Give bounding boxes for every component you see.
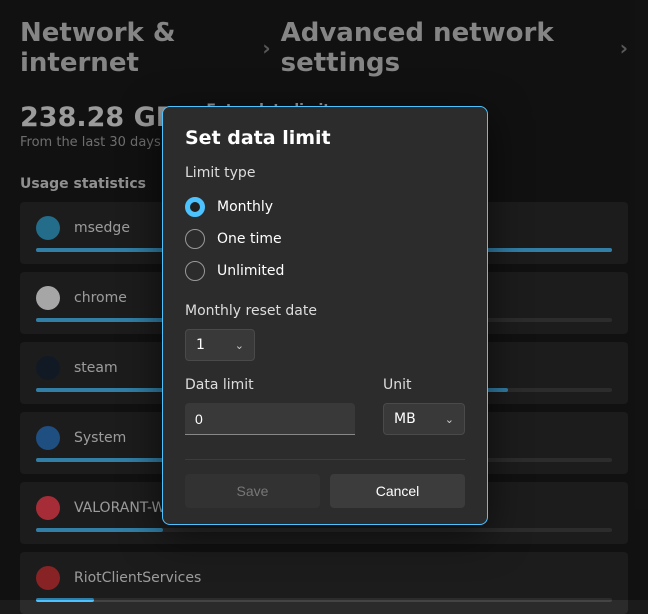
set-data-limit-dialog: Set data limit Limit type Monthly One ti… [162,106,488,525]
radio-label: Monthly [217,199,273,215]
reset-date-value: 1 [196,337,205,353]
data-limit-label: Data limit [185,377,365,393]
radio-label: One time [217,231,282,247]
data-limit-input[interactable] [185,403,355,435]
reset-date-label: Monthly reset date [185,303,465,319]
reset-date-dropdown[interactable]: 1 ⌄ [185,329,255,361]
radio-label: Unlimited [217,263,284,279]
radio-monthly[interactable]: Monthly [185,191,465,223]
chevron-down-icon: ⌄ [235,339,244,352]
unit-dropdown[interactable]: MB ⌄ [383,403,465,435]
unit-label: Unit [383,377,465,393]
radio-icon [185,261,205,281]
radio-icon [185,229,205,249]
unit-value: MB [394,411,416,427]
radio-unlimited[interactable]: Unlimited [185,255,465,287]
radio-icon [185,197,205,217]
radio-onetime[interactable]: One time [185,223,465,255]
cancel-button[interactable]: Cancel [330,474,465,508]
save-button[interactable]: Save [185,474,320,508]
limit-type-label: Limit type [185,165,465,181]
chevron-down-icon: ⌄ [445,413,454,426]
dialog-title: Set data limit [185,127,465,149]
